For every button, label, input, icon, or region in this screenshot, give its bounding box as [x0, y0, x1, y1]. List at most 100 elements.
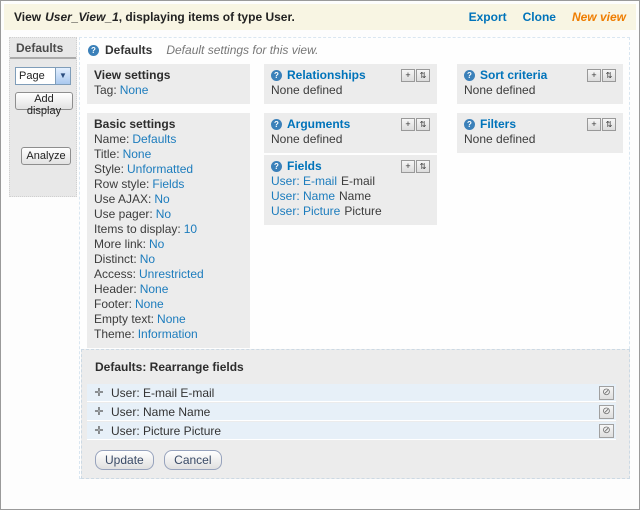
setting-label: Footer: [94, 297, 133, 311]
setting-row: Items to display: 10 [94, 222, 243, 237]
title-suffix: , displaying items of type User. [118, 10, 295, 24]
setting-value-link[interactable]: None [120, 83, 149, 97]
setting-label: Empty text: [94, 312, 155, 326]
relationships-link[interactable]: Relationships [287, 68, 366, 83]
relationships-box: ? Relationships + ⇅ None defined [264, 64, 437, 104]
field-item: User: E-mail E-mail [271, 174, 430, 189]
add-display-button[interactable]: Add display [15, 92, 73, 117]
setting-value-link[interactable]: None [135, 297, 164, 311]
setting-label: Distinct: [94, 252, 137, 266]
setting-value-link[interactable]: Information [138, 327, 198, 341]
analyze-button[interactable]: Analyze [21, 147, 71, 165]
empty-text: None defined [271, 83, 343, 97]
form-actions: Update Cancel [82, 441, 629, 470]
setting-label: Name: [94, 132, 130, 146]
rearrange-rows: ✛ User: E-mail E-mail ⊘ ✛ User: Name Nam… [87, 384, 616, 440]
add-icon[interactable]: + [401, 118, 415, 131]
setting-row: Distinct: No [94, 252, 243, 267]
panel-buttons: + ⇅ [587, 69, 616, 82]
setting-value-link[interactable]: Unformatted [127, 162, 193, 176]
update-button[interactable]: Update [95, 450, 154, 470]
display-type-value: Page [19, 70, 45, 82]
setting-label: More link: [94, 237, 147, 251]
setting-row: More link: No [94, 237, 243, 252]
setting-value-link[interactable]: Fields [152, 177, 184, 191]
setting-label: Theme: [94, 327, 135, 341]
sort-criteria-box: ? Sort criteria + ⇅ None defined [457, 64, 623, 104]
drag-handle-icon[interactable]: ✛ [87, 386, 111, 399]
setting-row: Row style: Fields [94, 177, 243, 192]
sidebar-controls: Page ▼ Add display Analyze [10, 59, 76, 165]
setting-row: Style: Unformatted [94, 162, 243, 177]
panel-head: ? Fields + ⇅ [271, 159, 430, 174]
rearrange-icon[interactable]: ⇅ [602, 69, 616, 82]
add-icon[interactable]: + [587, 69, 601, 82]
tab-defaults[interactable]: Defaults [10, 38, 76, 59]
export-link[interactable]: Export [469, 10, 507, 24]
help-icon[interactable]: ? [464, 119, 475, 130]
add-icon[interactable]: + [587, 118, 601, 131]
filters-box: ? Filters + ⇅ None defined [457, 113, 623, 153]
setting-value-link[interactable]: Unrestricted [139, 267, 204, 281]
cancel-button[interactable]: Cancel [164, 450, 222, 470]
new-view-link[interactable]: New view [572, 10, 626, 24]
drag-handle-icon[interactable]: ✛ [87, 405, 111, 418]
add-icon[interactable]: + [401, 69, 415, 82]
rearrange-icon[interactable]: ⇅ [416, 69, 430, 82]
setting-value-link[interactable]: Defaults [132, 132, 176, 146]
remove-icon[interactable]: ⊘ [599, 404, 614, 419]
fields-link[interactable]: Fields [287, 159, 322, 174]
display-type-select[interactable]: Page ▼ [15, 67, 71, 85]
help-icon[interactable]: ? [464, 70, 475, 81]
remove-icon[interactable]: ⊘ [599, 385, 614, 400]
fields-box: ? Fields + ⇅ User: E-mail E-mail User: Na… [264, 155, 437, 225]
panel-buttons: + ⇅ [401, 118, 430, 131]
display-settings-panel: ? Defaults Default settings for this vie… [79, 37, 630, 479]
help-icon[interactable]: ? [271, 70, 282, 81]
rearrange-icon[interactable]: ⇅ [416, 118, 430, 131]
rearrange-icon[interactable]: ⇅ [602, 118, 616, 131]
setting-value-link[interactable]: None [140, 282, 169, 296]
setting-value-link[interactable]: No [156, 207, 171, 221]
setting-row: Title: None [94, 147, 243, 162]
help-icon[interactable]: ? [271, 161, 282, 172]
setting-label: Header: [94, 282, 137, 296]
panel-head: ? Filters + ⇅ [464, 117, 616, 132]
rearrange-title: Defaults: Rearrange fields [95, 360, 244, 374]
panel-title: ? Sort criteria [464, 68, 547, 83]
panel-title: ? Arguments [271, 117, 350, 132]
section-subtitle: Default settings for this view. [166, 43, 319, 57]
remove-icon[interactable]: ⊘ [599, 423, 614, 438]
field-link[interactable]: User: E-mail [271, 174, 337, 188]
field-link[interactable]: User: Picture [271, 204, 340, 218]
sort-criteria-link[interactable]: Sort criteria [480, 68, 547, 83]
field-item: User: Name Name [271, 189, 430, 204]
arguments-link[interactable]: Arguments [287, 117, 350, 132]
rearrange-icon[interactable]: ⇅ [416, 160, 430, 173]
filters-link[interactable]: Filters [480, 117, 516, 132]
empty-text: None defined [464, 132, 536, 146]
clone-link[interactable]: Clone [523, 10, 556, 24]
view-settings-title: View settings [94, 68, 171, 82]
setting-row: Footer: None [94, 297, 243, 312]
setting-value-link[interactable]: None [157, 312, 186, 326]
setting-label: Title: [94, 147, 120, 161]
setting-row: Use pager: No [94, 207, 243, 222]
help-icon[interactable]: ? [88, 44, 99, 56]
section-title: Defaults [105, 43, 153, 57]
chevron-down-icon: ▼ [55, 68, 70, 84]
setting-value-link[interactable]: No [154, 192, 169, 206]
field-link[interactable]: User: Name [271, 189, 335, 203]
panel-head: ? Arguments + ⇅ [271, 117, 430, 132]
panel-title: ? Filters [464, 117, 516, 132]
title-prefix: View [14, 10, 42, 24]
row-label: User: Name Name [111, 404, 211, 419]
drag-handle-icon[interactable]: ✛ [87, 424, 111, 437]
setting-label: Style: [94, 162, 125, 176]
setting-value-link[interactable]: 10 [184, 222, 197, 236]
setting-value-link[interactable]: No [140, 252, 155, 266]
help-icon[interactable]: ? [271, 119, 282, 130]
setting-value-link[interactable]: None [123, 147, 152, 161]
setting-value-link[interactable]: No [149, 237, 164, 251]
add-icon[interactable]: + [401, 160, 415, 173]
